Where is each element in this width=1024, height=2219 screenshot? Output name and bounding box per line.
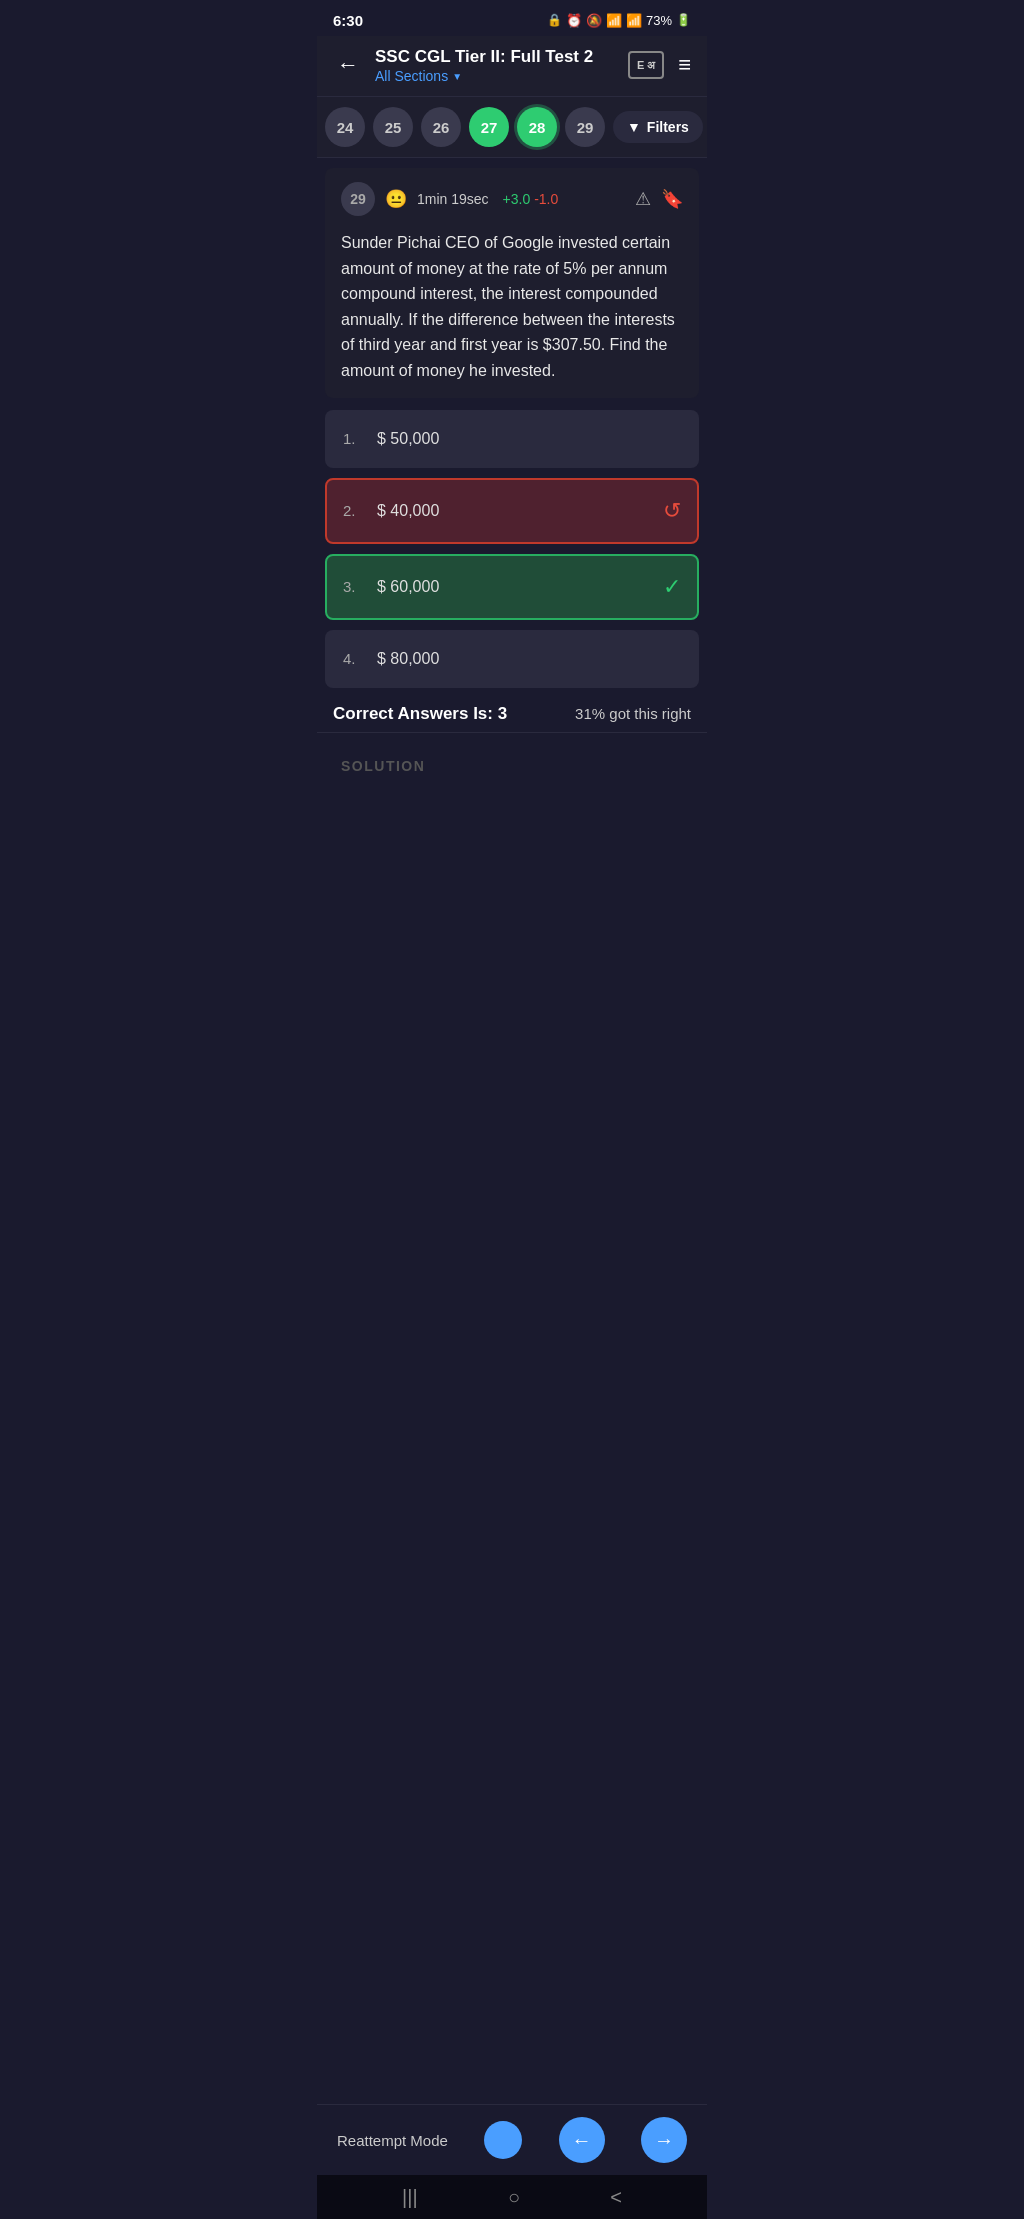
filter-label: Filters (647, 119, 689, 135)
wifi-icon: 📶 (606, 13, 622, 28)
option-3[interactable]: 3. $ 60,000 ✓ (325, 554, 699, 620)
alert-button[interactable]: ⚠ (635, 188, 651, 210)
question-text: Sunder Pichai CEO of Google invested cer… (341, 230, 683, 384)
option-2-text: $ 40,000 (377, 502, 439, 520)
timer-icon: 😐 (385, 188, 407, 210)
question-number-bar: 24 25 26 27 28 29 ▼ Filters (317, 97, 707, 158)
bottom-bar: Reattempt Mode ← → (317, 2104, 707, 2175)
battery-icon: 🔋 (676, 13, 691, 27)
signal-icon: 📶 (626, 13, 642, 28)
chevron-down-icon: ▼ (452, 71, 462, 82)
header-title-block: SSC CGL Tier II: Full Test 2 All Section… (375, 46, 616, 84)
mute-icon: 🔕 (586, 13, 602, 28)
solution-section: SOLUTION (325, 743, 699, 789)
filter-button[interactable]: ▼ Filters (613, 111, 703, 143)
next-icon: → (654, 2129, 674, 2152)
solution-label: SOLUTION (341, 758, 425, 774)
correct-answer-row: Correct Answers Is: 3 31% got this right (325, 704, 699, 724)
option-2[interactable]: 2. $ 40,000 ↺ (325, 478, 699, 544)
language-toggle-button[interactable]: E अ (628, 51, 664, 79)
prev-button[interactable]: ← (559, 2117, 605, 2163)
option-1[interactable]: 1. $ 50,000 (325, 410, 699, 468)
question-number-26[interactable]: 26 (421, 107, 461, 147)
question-number-29[interactable]: 29 (565, 107, 605, 147)
question-number-25[interactable]: 25 (373, 107, 413, 147)
timer-text: 1min 19sec (417, 191, 489, 207)
bookmark-button[interactable]: 🔖 (661, 188, 683, 210)
option-1-text: $ 50,000 (377, 430, 439, 448)
menu-button[interactable]: ≡ (678, 52, 691, 78)
question-badge: 29 (341, 182, 375, 216)
reattempt-label: Reattempt Mode (337, 2132, 448, 2149)
got-right-percentage: 31% got this right (575, 705, 691, 722)
correct-answer-icon: ✓ (663, 574, 681, 600)
android-back-icon[interactable]: < (610, 2186, 622, 2209)
question-number-24[interactable]: 24 (325, 107, 365, 147)
prev-icon: ← (572, 2129, 592, 2152)
reattempt-toggle[interactable] (484, 2121, 522, 2159)
section-selector[interactable]: All Sections ▼ (375, 68, 616, 84)
option-3-text: $ 60,000 (377, 578, 439, 596)
question-container: 29 😐 1min 19sec +3.0 -1.0 ⚠ 🔖 Sunder Pic… (325, 168, 699, 398)
option-4-text: $ 80,000 (377, 650, 439, 668)
question-number-28[interactable]: 28 (517, 107, 557, 147)
header: ← SSC CGL Tier II: Full Test 2 All Secti… (317, 36, 707, 97)
status-bar: 6:30 🔒 ⏰ 🔕 📶 📶 73% 🔋 (317, 0, 707, 36)
section-label: All Sections (375, 68, 448, 84)
scroll-spacer (317, 799, 707, 999)
status-time: 6:30 (333, 12, 363, 29)
question-number-27[interactable]: 27 (469, 107, 509, 147)
next-button[interactable]: → (641, 2117, 687, 2163)
lock-icon: 🔒 (547, 13, 562, 27)
filter-icon: ▼ (627, 119, 641, 135)
wrong-answer-icon: ↺ (663, 498, 681, 524)
option-4-number: 4. (343, 650, 363, 667)
recent-apps-icon[interactable]: ||| (402, 2186, 418, 2209)
correct-answer-label: Correct Answers Is: 3 (333, 704, 507, 724)
option-3-number: 3. (343, 578, 363, 595)
android-nav-bar: ||| ○ < (317, 2175, 707, 2219)
home-icon[interactable]: ○ (508, 2186, 520, 2209)
marks-positive: +3.0 -1.0 (503, 191, 559, 207)
option-2-number: 2. (343, 502, 363, 519)
divider (317, 732, 707, 733)
battery-text: 73% (646, 13, 672, 28)
option-4[interactable]: 4. $ 80,000 (325, 630, 699, 688)
status-icons: 🔒 ⏰ 🔕 📶 📶 73% 🔋 (547, 13, 691, 28)
question-meta: 29 😐 1min 19sec +3.0 -1.0 ⚠ 🔖 (341, 182, 683, 216)
options-container: 1. $ 50,000 2. $ 40,000 ↺ 3. $ 60,000 ✓ … (325, 410, 699, 688)
back-button[interactable]: ← (333, 48, 363, 82)
page-title: SSC CGL Tier II: Full Test 2 (375, 46, 616, 68)
alarm-icon: ⏰ (566, 13, 582, 28)
header-actions: E अ ≡ (628, 51, 691, 79)
option-1-number: 1. (343, 430, 363, 447)
